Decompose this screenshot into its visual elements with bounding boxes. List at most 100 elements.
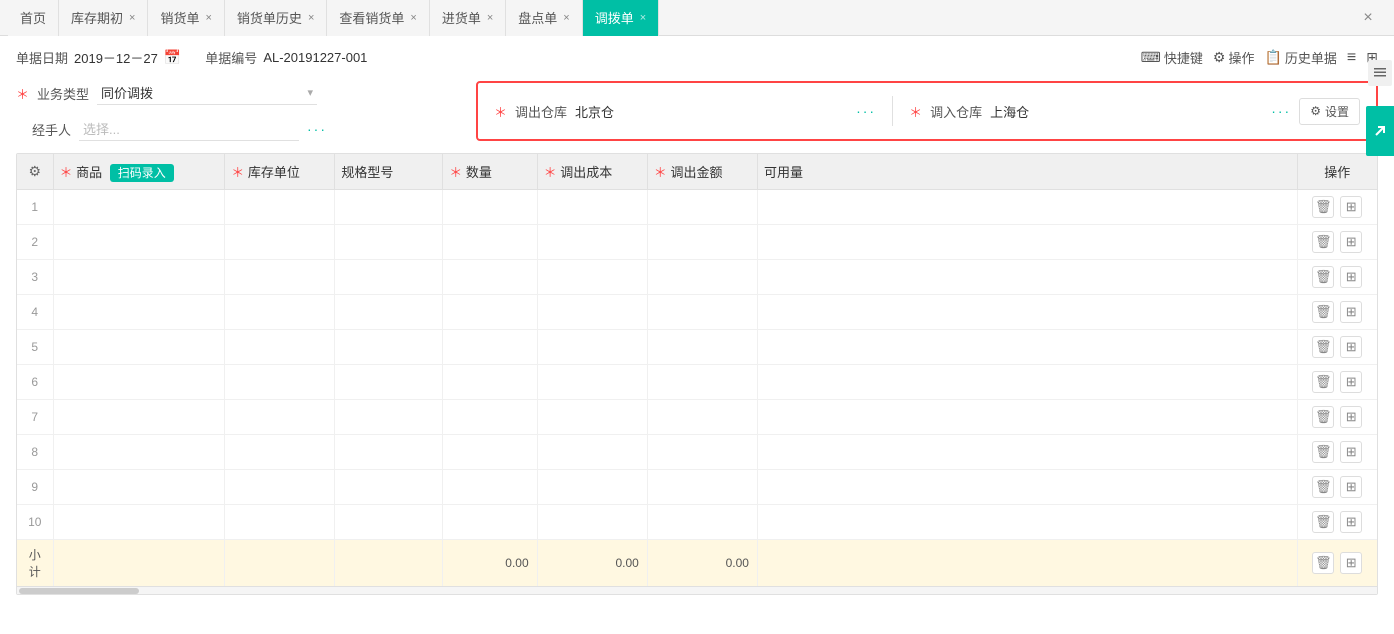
- available-cell[interactable]: [757, 260, 1297, 295]
- goods-cell[interactable]: [53, 470, 225, 505]
- qty-cell[interactable]: [443, 435, 537, 470]
- unit-cell[interactable]: [225, 295, 335, 330]
- available-cell[interactable]: [757, 225, 1297, 260]
- qty-cell[interactable]: [443, 505, 537, 540]
- goods-cell[interactable]: [53, 540, 225, 587]
- delete-button[interactable]: 🗑: [1312, 196, 1334, 218]
- delete-button[interactable]: 🗑: [1312, 231, 1334, 253]
- qty-cell[interactable]: [443, 365, 537, 400]
- unit-cell[interactable]: [225, 190, 335, 225]
- amount-cell[interactable]: [647, 330, 757, 365]
- qty-cell[interactable]: [443, 400, 537, 435]
- close-icon[interactable]: ×: [487, 12, 493, 24]
- qty-cell[interactable]: [443, 225, 537, 260]
- goods-cell[interactable]: [53, 190, 225, 225]
- copy-button[interactable]: ⊞: [1340, 552, 1362, 574]
- spec-cell[interactable]: [335, 540, 443, 587]
- available-cell[interactable]: [757, 365, 1297, 400]
- goods-cell[interactable]: [53, 225, 225, 260]
- qty-cell[interactable]: [443, 260, 537, 295]
- layout1-button[interactable]: ≡: [1347, 49, 1356, 67]
- cost-cell[interactable]: [537, 505, 647, 540]
- delete-button[interactable]: 🗑: [1312, 266, 1334, 288]
- spec-cell[interactable]: [335, 260, 443, 295]
- unit-cell[interactable]: [225, 225, 335, 260]
- cost-cell[interactable]: [537, 190, 647, 225]
- delete-button[interactable]: 🗑: [1312, 441, 1334, 463]
- spec-cell[interactable]: [335, 400, 443, 435]
- close-icon[interactable]: ×: [563, 12, 569, 24]
- qty-cell[interactable]: [443, 295, 537, 330]
- unit-cell[interactable]: [225, 435, 335, 470]
- cost-cell[interactable]: [537, 435, 647, 470]
- spec-cell[interactable]: [335, 435, 443, 470]
- goods-cell[interactable]: [53, 505, 225, 540]
- available-cell[interactable]: [757, 190, 1297, 225]
- amount-cell[interactable]: [647, 435, 757, 470]
- copy-button[interactable]: ⊞: [1340, 406, 1362, 428]
- close-icon[interactable]: ×: [410, 12, 416, 24]
- cost-cell[interactable]: 0.00: [537, 540, 647, 587]
- spec-cell[interactable]: [335, 505, 443, 540]
- delete-button[interactable]: 🗑: [1312, 511, 1334, 533]
- copy-button[interactable]: ⊞: [1340, 511, 1362, 533]
- amount-cell[interactable]: [647, 505, 757, 540]
- cost-cell[interactable]: [537, 295, 647, 330]
- settings-column-header[interactable]: ⚙: [17, 154, 53, 190]
- more-options-icon[interactable]: ···: [307, 121, 327, 137]
- tab-transfer[interactable]: 调拨单 ×: [583, 0, 659, 36]
- scroll-bar[interactable]: [17, 586, 1377, 594]
- qty-cell[interactable]: [443, 470, 537, 505]
- available-cell[interactable]: [757, 330, 1297, 365]
- spec-cell[interactable]: [335, 225, 443, 260]
- calendar-icon[interactable]: 📅: [164, 49, 181, 66]
- goods-cell[interactable]: [53, 295, 225, 330]
- cost-cell[interactable]: [537, 400, 647, 435]
- goods-cell[interactable]: [53, 435, 225, 470]
- spec-cell[interactable]: [335, 330, 443, 365]
- delete-button[interactable]: 🗑: [1312, 336, 1334, 358]
- delete-button[interactable]: 🗑: [1312, 476, 1334, 498]
- tab-sales-history[interactable]: 销货单历史 ×: [225, 0, 327, 36]
- available-cell[interactable]: [757, 435, 1297, 470]
- cost-cell[interactable]: [537, 260, 647, 295]
- amount-cell[interactable]: [647, 470, 757, 505]
- copy-button[interactable]: ⊞: [1340, 231, 1362, 253]
- delete-button[interactable]: 🗑: [1312, 371, 1334, 393]
- spec-cell[interactable]: [335, 365, 443, 400]
- qty-cell[interactable]: [443, 190, 537, 225]
- copy-button[interactable]: ⊞: [1340, 441, 1362, 463]
- cost-cell[interactable]: [537, 225, 647, 260]
- scroll-thumb[interactable]: [19, 588, 139, 594]
- unit-cell[interactable]: [225, 540, 335, 587]
- spec-cell[interactable]: [335, 295, 443, 330]
- close-icon[interactable]: ×: [308, 12, 314, 24]
- amount-cell[interactable]: [647, 190, 757, 225]
- copy-button[interactable]: ⊞: [1340, 266, 1362, 288]
- available-cell[interactable]: [757, 505, 1297, 540]
- amount-cell[interactable]: [647, 295, 757, 330]
- delete-button[interactable]: 🗑: [1312, 301, 1334, 323]
- close-icon-active[interactable]: ×: [640, 12, 646, 24]
- amount-cell[interactable]: [647, 365, 757, 400]
- cost-cell[interactable]: [537, 470, 647, 505]
- available-cell[interactable]: [757, 295, 1297, 330]
- amount-cell[interactable]: [647, 400, 757, 435]
- copy-button[interactable]: ⊞: [1340, 336, 1362, 358]
- tab-inventory-init[interactable]: 库存期初 ×: [59, 0, 148, 36]
- transfer-in-more-icon[interactable]: ···: [1271, 103, 1291, 119]
- tab-sales-order[interactable]: 销货单 ×: [148, 0, 224, 36]
- amount-cell[interactable]: [647, 260, 757, 295]
- goods-cell[interactable]: [53, 400, 225, 435]
- goods-cell[interactable]: [53, 365, 225, 400]
- tab-home[interactable]: 首页: [8, 0, 59, 36]
- cost-cell[interactable]: [537, 330, 647, 365]
- close-icon[interactable]: ×: [205, 12, 211, 24]
- cost-cell[interactable]: [537, 365, 647, 400]
- goods-cell[interactable]: [53, 330, 225, 365]
- sidebar-list-icon[interactable]: [1368, 60, 1392, 86]
- goods-cell[interactable]: [53, 260, 225, 295]
- tab-purchase-order[interactable]: 进货单 ×: [430, 0, 506, 36]
- copy-button[interactable]: ⊞: [1340, 301, 1362, 323]
- operations-button[interactable]: ⚙ 操作: [1213, 48, 1255, 67]
